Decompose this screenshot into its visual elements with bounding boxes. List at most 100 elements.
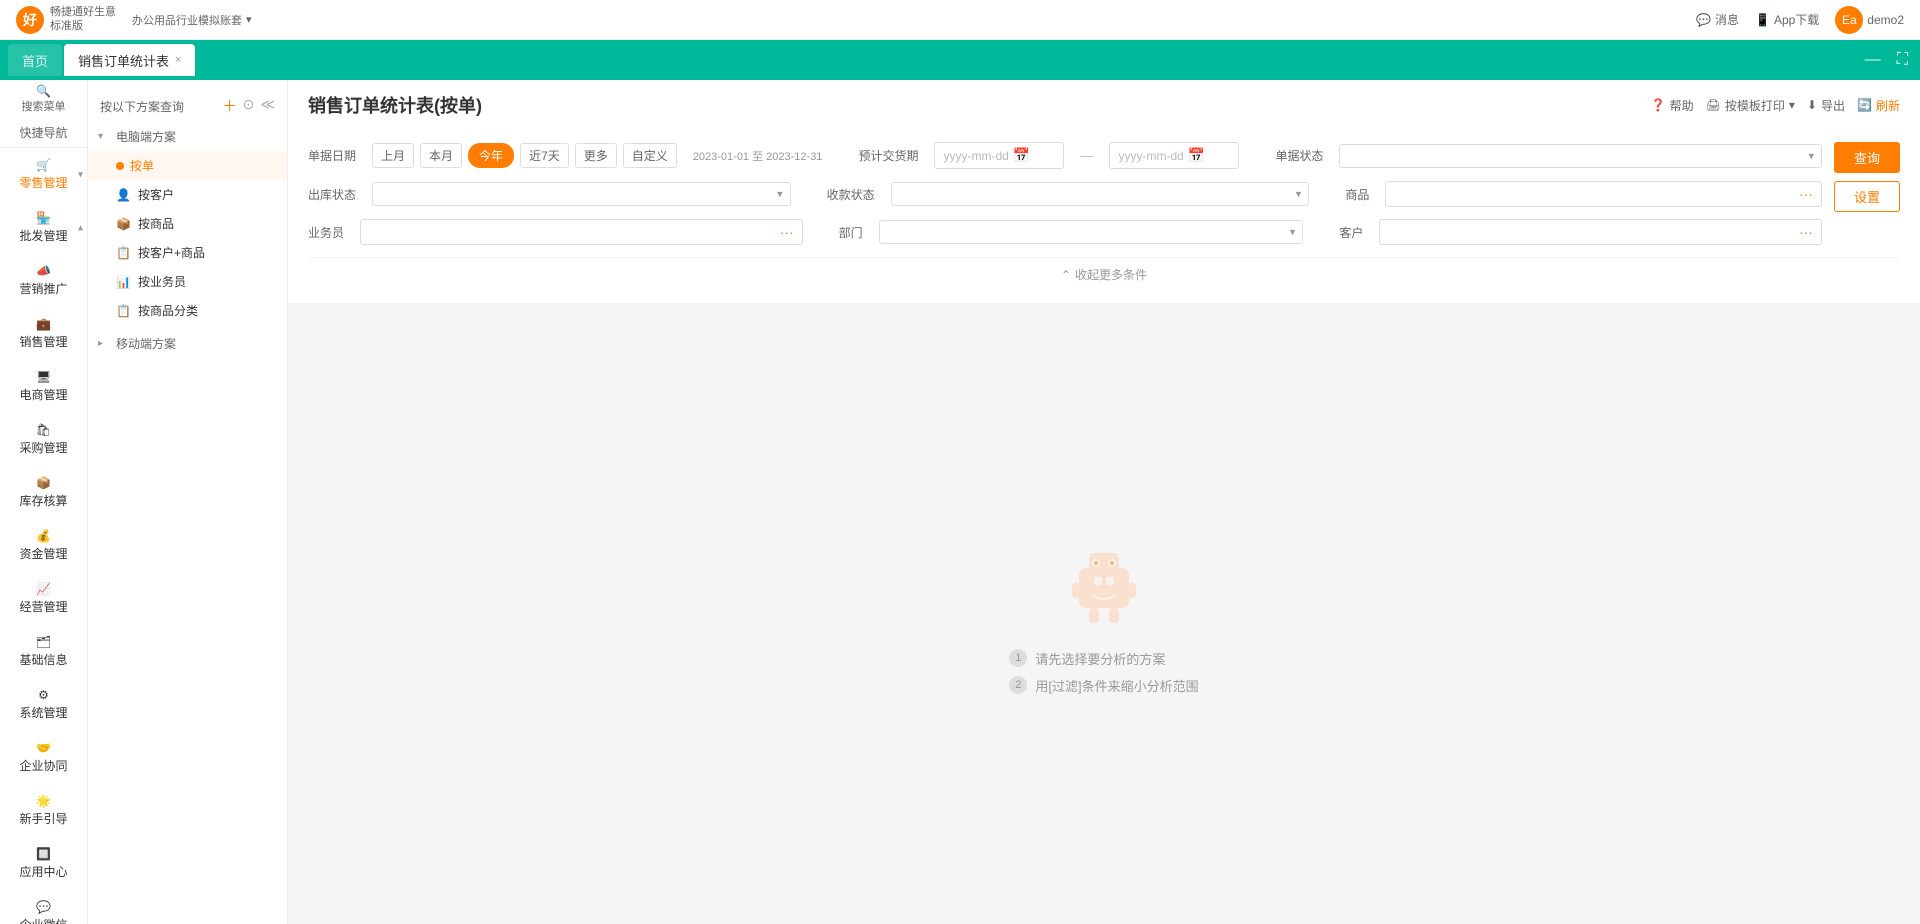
sidebar-item-finance[interactable]: 💰 资金管理 [0,519,87,572]
query-button[interactable]: 查询 [1834,142,1900,173]
marketing-icon: 📣 [36,264,51,278]
sidebar-item-newbie[interactable]: 🌟 新手引导 [0,784,87,837]
purchase-icon: 🛍 [36,423,51,437]
sidebar-item-appstore[interactable]: 🔲 应用中心 [0,837,87,890]
help-icon: ❓ [1651,98,1666,112]
status-select[interactable] [1339,144,1822,168]
collapse-panel-button[interactable]: ≪ [260,96,275,116]
customer-label: 客户 [1339,224,1363,241]
page-header: 销售订单统计表(按单) ❓ 帮助 🖨 按模板打印 ▾ ⬇ [288,80,1920,130]
goods-icon: 📦 [116,217,132,231]
operations-icon: 📈 [36,582,51,596]
date-btn-custom[interactable]: 自定义 [623,143,677,168]
arrow-icon: ▴ [78,222,83,233]
date-btn-this-year[interactable]: 今年 [468,143,514,168]
customer-more-button[interactable]: ··· [1799,224,1813,240]
sidebar-item-operations[interactable]: 📈 经营管理 [0,572,87,625]
active-indicator [116,162,124,170]
sidebar-item-ecommerce[interactable]: 🖥 电商管理 [0,360,87,413]
print-icon: 🖨 [1706,98,1721,112]
tree-item-by-goods[interactable]: 📦 按商品 [88,209,287,238]
tip-number-1: 1 [1009,649,1027,667]
filter-area: 单据日期 上月 本月 今年 近7天 更多 自定义 2023-01-01 至 20… [288,130,1920,303]
sidebar-item-wecom[interactable]: 💬 企业微信 [0,890,87,924]
newbie-icon: 🌟 [36,794,51,808]
tree-group-pc[interactable]: ▾ 电脑端方案 [88,122,287,151]
tab-close-button[interactable]: × [175,54,181,66]
workspace-selector[interactable]: 办公用品行业模拟账套 ▾ [124,12,260,28]
dept-label: 部门 [839,224,863,241]
expected-date-start[interactable]: yyyy-mm-dd 📅 [934,142,1064,169]
tree-item-by-category[interactable]: 📋 按商品分类 [88,296,287,325]
status-label: 单据状态 [1275,147,1323,164]
minimize-button[interactable]: — [1861,51,1885,69]
expected-date-end[interactable]: yyyy-mm-dd 📅 [1109,142,1239,169]
left-panel-header: 按以下方案查询 ＋ ⊙ ≪ [88,90,287,122]
sidebar-item-purchase[interactable]: 🛍 采购管理 [0,413,87,466]
empty-tips: 1 请先选择要分析的方案 2 用[过滤]条件来缩小分析范围 [1009,649,1198,695]
calendar-icon-start[interactable]: 📅 [1013,147,1030,164]
sidebar-item-inventory[interactable]: 📦 库存核算 [0,466,87,519]
date-btn-7days[interactable]: 近7天 [520,143,569,168]
calendar-icon-end[interactable]: 📅 [1188,147,1205,164]
sidebar-item-marketing[interactable]: 📣 营销推广 [0,254,87,307]
search-menu-button[interactable]: 🔍 搜索菜单 [0,80,87,118]
ecommerce-icon: 🖥 [36,370,51,384]
payment-select-wrapper [891,182,1310,206]
tree-group-mobile[interactable]: ▸ 移动端方案 [88,329,287,358]
salesman-more-button[interactable]: ··· [780,224,794,240]
collapse-icon: ⌃ [1061,268,1071,282]
sidebar-item-wholesale[interactable]: 🏪 批发管理 ▴ [0,201,87,254]
message-button[interactable]: 💬 消息 [1696,11,1739,28]
top-bar-left: 好 畅捷通好生意 标准版 办公用品行业模拟账套 ▾ [16,6,260,34]
refresh-button[interactable]: 🔄 刷新 [1857,97,1900,114]
tree-item-by-customer[interactable]: 👤 按客户 [88,180,287,209]
tab-home[interactable]: 首页 [8,44,62,76]
tip-number-2: 2 [1009,676,1027,694]
sidebar-item-system[interactable]: ⚙ 系统管理 [0,678,87,731]
filter-settings-button[interactable]: 设置 [1834,181,1900,212]
user-menu[interactable]: Ea demo2 [1835,6,1904,34]
sidebar-item-retail[interactable]: 🛒 零售管理 ▾ [0,148,87,201]
goods-label: 商品 [1345,186,1369,203]
app-download-button[interactable]: 📱 App下载 [1755,11,1819,28]
tree-item-by-customer-goods[interactable]: 📋 按客户+商品 [88,238,287,267]
collapse-filter-button[interactable]: ⌃ 收起更多条件 [308,258,1900,291]
date-btn-more[interactable]: 更多 [575,143,617,168]
date-btn-this-month[interactable]: 本月 [420,143,462,168]
payment-label: 收款状态 [827,186,875,203]
tree-item-by-order[interactable]: 按单 [88,151,287,180]
download-icon: 📱 [1755,13,1770,27]
tree-item-by-salesman[interactable]: 📊 按业务员 [88,267,287,296]
page-title-row: 销售订单统计表(按单) ❓ 帮助 🖨 按模板打印 ▾ ⬇ [308,92,1900,118]
add-plan-button[interactable]: ＋ [223,96,237,116]
message-icon: 💬 [1696,13,1711,27]
date-separator: — [1080,148,1093,163]
payment-select[interactable] [891,182,1310,206]
help-button[interactable]: ❓ 帮助 [1651,97,1694,114]
shipment-select[interactable] [372,182,791,206]
finance-icon: 💰 [36,529,51,543]
content-area: 按以下方案查询 ＋ ⊙ ≪ ▾ 电脑端方案 按单 👤 按客户 📦 [88,80,1920,924]
page-title: 销售订单统计表(按单) [308,92,482,118]
nav-tabs: 首页 销售订单统计表 × — ⛶ [0,40,1920,80]
tab-sales-order-stats[interactable]: 销售订单统计表 × [64,44,195,76]
export-icon: ⬇ [1807,98,1817,112]
top-bar-right: 💬 消息 📱 App下载 Ea demo2 [1696,6,1904,34]
maximize-button[interactable]: ⛶ [1893,51,1912,69]
export-button[interactable]: ⬇ 导出 [1807,97,1845,114]
sidebar-item-enterprise[interactable]: 🤝 企业协同 [0,731,87,784]
date-btn-last-month[interactable]: 上月 [372,143,414,168]
filter-row-2: 出库状态 收款状态 商品 ··· [308,181,1822,207]
main-layout: 🔍 搜索菜单 快捷导航 🛒 零售管理 ▾ 🏪 批发管理 ▴ 📣 营销推广 💼 销… [0,80,1920,924]
template-print-button[interactable]: 🖨 按模板打印 ▾ [1706,97,1795,114]
sidebar-item-sales[interactable]: 💼 销售管理 [0,307,87,360]
sidebar-item-basic[interactable]: 🗂 基础信息 [0,625,87,678]
dept-select[interactable] [879,220,1304,244]
settings-plan-button[interactable]: ⊙ [243,96,255,116]
goods-more-button[interactable]: ··· [1799,186,1813,202]
enterprise-icon: 🤝 [36,741,51,755]
quick-nav-button[interactable]: 快捷导航 [0,118,87,148]
category-icon: 📋 [116,304,132,318]
customer-icon: 👤 [116,188,132,202]
